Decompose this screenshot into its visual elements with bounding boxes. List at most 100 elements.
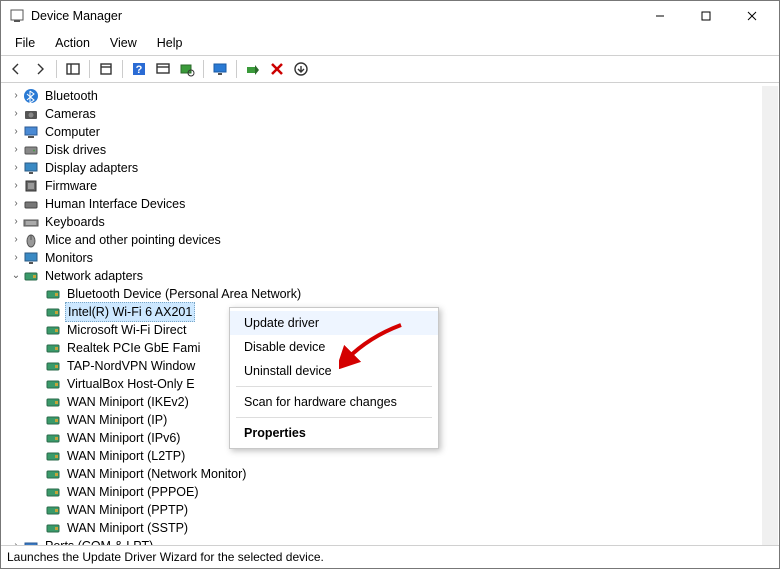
tree-item[interactable]: WAN Miniport (L2TP) [1,447,779,465]
tree-item-label: WAN Miniport (PPTP) [65,501,190,519]
context-menu-item[interactable]: Update driver [230,311,438,335]
nic-icon [45,466,61,482]
mouse-icon [23,232,39,248]
chevron-down-icon[interactable]: ⌄ [9,267,23,285]
tree-item[interactable]: ›Display adapters [1,159,779,177]
menu-view[interactable]: View [100,33,147,53]
nic-icon [45,394,61,410]
chevron-right-icon[interactable]: › [9,231,23,249]
uninstall-icon[interactable] [266,58,288,80]
tree-item[interactable]: WAN Miniport (SSTP) [1,519,779,537]
tree-item[interactable]: › Ports (COM & LPT) [1,537,779,546]
toolbar-separator [203,60,204,78]
window-controls [637,1,775,31]
status-bar: Launches the Update Driver Wizard for th… [1,546,779,568]
tree-item-label: VirtualBox Host-Only E [65,375,197,393]
tree-item-label: Firmware [43,177,99,195]
down-arrow-icon[interactable] [290,58,312,80]
help-icon[interactable]: ? [128,58,150,80]
chevron-right-icon[interactable]: › [9,159,23,177]
chevron-right-icon[interactable]: › [9,87,23,105]
context-menu-item[interactable]: Properties [230,421,438,445]
chevron-right-icon[interactable]: › [9,195,23,213]
tree-item-label: WAN Miniport (IKEv2) [65,393,191,411]
update-driver-icon[interactable] [152,58,174,80]
tree-item-label: WAN Miniport (SSTP) [65,519,190,537]
monitor-icon[interactable] [209,58,231,80]
chevron-right-icon[interactable]: › [9,249,23,267]
tree-item-label: WAN Miniport (IPv6) [65,429,182,447]
chevron-right-icon[interactable]: › [9,123,23,141]
context-menu-item[interactable]: Scan for hardware changes [230,390,438,414]
nic-icon [45,484,61,500]
tree-item[interactable]: ›Monitors [1,249,779,267]
tree-item-label: Keyboards [43,213,107,231]
tree-item[interactable]: › Disk drives [1,141,779,159]
disk-icon [23,142,39,158]
context-menu-item[interactable]: Uninstall device [230,359,438,383]
context-menu-item[interactable]: Disable device [230,335,438,359]
app-icon [9,8,25,24]
menu-help[interactable]: Help [147,33,193,53]
tree-item-label: WAN Miniport (Network Monitor) [65,465,248,483]
menu-bar: FileActionViewHelp [1,31,779,55]
nic-icon [45,502,61,518]
chevron-right-icon[interactable]: › [9,105,23,123]
properties-icon[interactable] [95,58,117,80]
tree-item-label: Microsoft Wi-Fi Direct [65,321,188,339]
nic-icon [45,358,61,374]
tree-item-label: Cameras [43,105,98,123]
nic-icon [45,286,61,302]
show-hide-tree-icon[interactable] [62,58,84,80]
tree-item-label: Realtek PCIe GbE Fami [65,339,202,357]
chevron-right-icon[interactable]: › [9,141,23,159]
toolbar-separator [236,60,237,78]
chevron-right-icon[interactable]: › [9,537,23,546]
tree-item-label: Disk drives [43,141,108,159]
tree-item-label: Ports (COM & LPT) [43,537,155,546]
tree-item[interactable]: WAN Miniport (PPTP) [1,501,779,519]
nic-icon [45,304,61,320]
tree-item-label: TAP-NordVPN Window [65,357,197,375]
toolbar-separator [122,60,123,78]
context-menu-separator [236,417,432,418]
tree-item[interactable]: ⌄Network adapters [1,267,779,285]
maximize-button[interactable] [683,1,729,31]
status-text: Launches the Update Driver Wizard for th… [7,550,324,564]
tree-item[interactable]: › Human Interface Devices [1,195,779,213]
tree-item[interactable]: ›Computer [1,123,779,141]
menu-action[interactable]: Action [45,33,100,53]
nic-icon [45,340,61,356]
minimize-button[interactable] [637,1,683,31]
tree-item[interactable]: › Keyboards [1,213,779,231]
context-menu: Update driverDisable deviceUninstall dev… [229,307,439,449]
tree-item[interactable]: › Cameras [1,105,779,123]
hid-icon [23,196,39,212]
forward-icon[interactable] [29,58,51,80]
scan-hardware-icon[interactable] [176,58,198,80]
tree-item-label: WAN Miniport (L2TP) [65,447,187,465]
tree-item[interactable]: › Firmware [1,177,779,195]
tree-item[interactable]: ›Bluetooth [1,87,779,105]
nic-icon [45,520,61,536]
tree-item[interactable]: WAN Miniport (PPPOE) [1,483,779,501]
nic-icon [45,430,61,446]
firmware-icon [23,178,39,194]
chevron-right-icon[interactable]: › [9,213,23,231]
toolbar: ? [1,55,779,83]
tree-item[interactable]: Bluetooth Device (Personal Area Network) [1,285,779,303]
back-icon[interactable] [5,58,27,80]
tree-item[interactable]: ›Mice and other pointing devices [1,231,779,249]
tree-item-label: WAN Miniport (IP) [65,411,169,429]
tree-item[interactable]: WAN Miniport (Network Monitor) [1,465,779,483]
tree-item-label: Human Interface Devices [43,195,187,213]
camera-icon [23,106,39,122]
enable-icon[interactable] [242,58,264,80]
context-menu-separator [236,386,432,387]
close-button[interactable] [729,1,775,31]
chevron-right-icon[interactable]: › [9,177,23,195]
device-manager-window: Device Manager FileActionViewHelp ? ›Blu… [0,0,780,569]
vertical-scrollbar[interactable] [762,86,778,545]
menu-file[interactable]: File [5,33,45,53]
tree-item-label: Intel(R) Wi-Fi 6 AX201 [65,302,195,322]
